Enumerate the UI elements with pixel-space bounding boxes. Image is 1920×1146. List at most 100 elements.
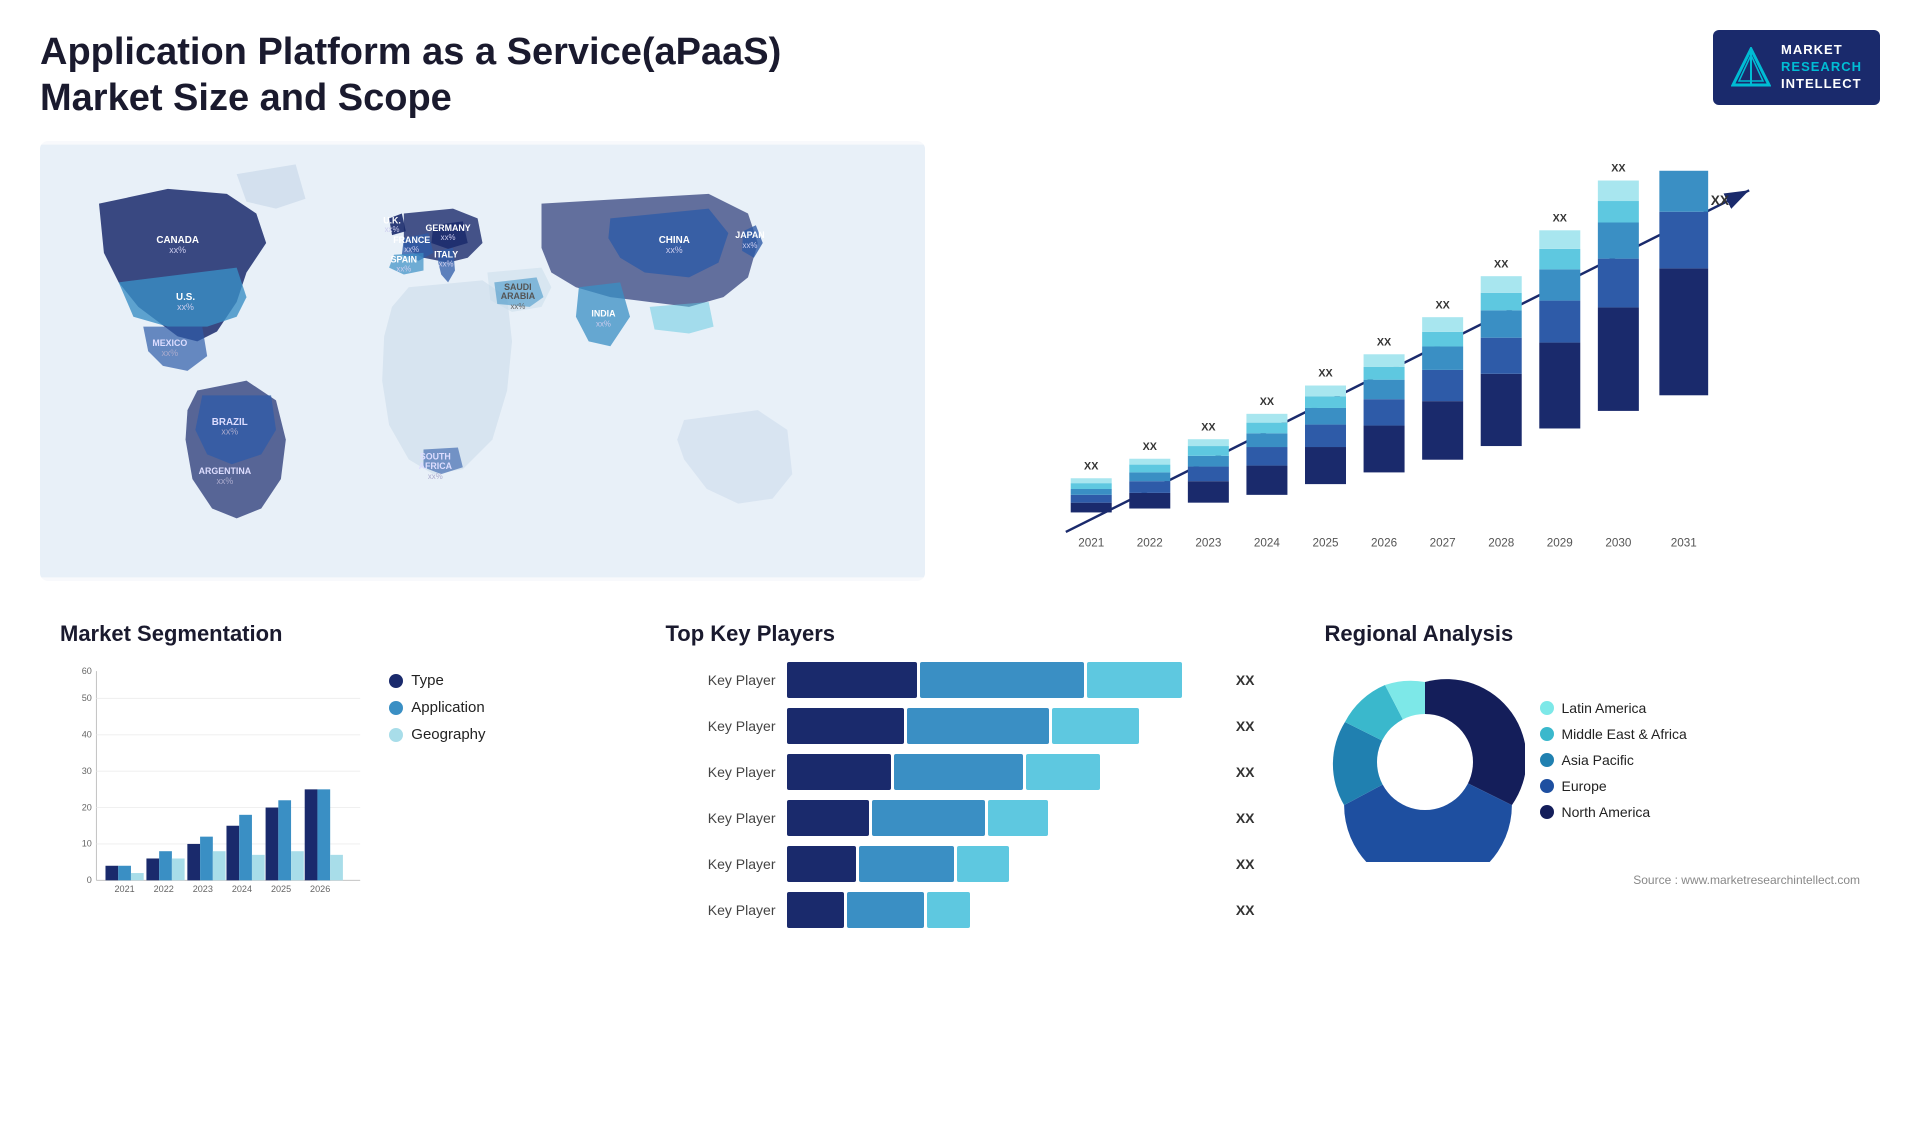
seg-chart-svg: 0 10 20 30 40 50 60 xyxy=(60,662,369,917)
segmentation-container: Market Segmentation 0 10 20 30 40 50 60 xyxy=(40,611,615,981)
svg-text:2026: 2026 xyxy=(1371,537,1397,550)
player-bar-seg-3c xyxy=(1026,754,1099,790)
legend-north-america: North America xyxy=(1540,804,1860,820)
players-rows: Key Player XX Key Player XX Key Play xyxy=(665,662,1254,928)
svg-text:XX: XX xyxy=(1494,259,1509,271)
regional-container: Regional Analysis xyxy=(1305,611,1880,981)
page-title: Application Platform as a Service(aPaaS)… xyxy=(40,30,840,121)
mea-dot xyxy=(1540,727,1554,741)
italy-label: ITALY xyxy=(434,250,458,260)
svg-text:2028: 2028 xyxy=(1488,537,1514,550)
player-bar-seg-5b xyxy=(859,846,954,882)
mexico-label: MEXICO xyxy=(152,338,187,348)
svg-text:2031: 2031 xyxy=(1671,537,1697,550)
svg-text:2023: 2023 xyxy=(193,884,213,894)
player-row-1: Key Player XX xyxy=(665,662,1254,698)
svg-text:xx%: xx% xyxy=(169,245,186,255)
svg-text:xx%: xx% xyxy=(428,472,443,481)
svg-text:XX: XX xyxy=(1084,461,1099,473)
player-bar-3 xyxy=(787,754,1218,790)
players-title: Top Key Players xyxy=(665,621,1254,647)
seg-area: 0 10 20 30 40 50 60 xyxy=(60,662,595,922)
donut-legend: Latin America Middle East & Africa Asia … xyxy=(1540,700,1860,830)
svg-text:2022: 2022 xyxy=(154,884,174,894)
player-bar-2 xyxy=(787,708,1218,744)
svg-text:xx%: xx% xyxy=(743,241,758,250)
player-row-4: Key Player XX xyxy=(665,800,1254,836)
svg-text:xx%: xx% xyxy=(177,302,194,312)
svg-text:XX: XX xyxy=(1711,193,1729,208)
player-bar-seg-4a xyxy=(787,800,869,836)
svg-text:xx%: xx% xyxy=(161,348,178,358)
legend-type: Type xyxy=(389,672,595,689)
india-label: INDIA xyxy=(591,309,616,319)
svg-text:XX: XX xyxy=(1553,213,1568,225)
player-xx-2: XX xyxy=(1236,718,1255,734)
player-bar-seg-3a xyxy=(787,754,891,790)
player-bar-seg-3b xyxy=(894,754,1023,790)
legend-asia-pacific: Asia Pacific xyxy=(1540,752,1860,768)
donut-hole xyxy=(1377,714,1473,810)
svg-text:2024: 2024 xyxy=(232,884,252,894)
player-bar-seg-6b xyxy=(847,892,925,928)
svg-text:2026: 2026 xyxy=(310,884,330,894)
svg-text:AFRICA: AFRICA xyxy=(419,461,453,471)
europe-dot xyxy=(1540,779,1554,793)
svg-text:XX: XX xyxy=(1377,337,1392,349)
player-xx-1: XX xyxy=(1236,672,1255,688)
bottom-row: Market Segmentation 0 10 20 30 40 50 60 xyxy=(40,611,1880,981)
legend-application: Application xyxy=(389,699,595,716)
players-container: Top Key Players Key Player XX Key Player xyxy=(645,611,1274,981)
svg-text:2025: 2025 xyxy=(271,884,291,894)
player-row-3: Key Player XX xyxy=(665,754,1254,790)
svg-text:xx%: xx% xyxy=(439,260,454,269)
player-bar-seg-4b xyxy=(872,800,984,836)
regional-title: Regional Analysis xyxy=(1325,621,1860,647)
latin-america-dot xyxy=(1540,701,1554,715)
donut-area: Latin America Middle East & Africa Asia … xyxy=(1325,662,1860,867)
player-xx-4: XX xyxy=(1236,810,1255,826)
north-america-dot xyxy=(1540,805,1554,819)
application-dot xyxy=(389,701,403,715)
player-bar-seg-4c xyxy=(988,800,1048,836)
seg-legend: Type Application Geography xyxy=(389,662,595,753)
legend-geography: Geography xyxy=(389,726,595,743)
legend-mea: Middle East & Africa xyxy=(1540,726,1860,742)
player-bar-4 xyxy=(787,800,1218,836)
player-label-3: Key Player xyxy=(665,764,775,780)
player-row-2: Key Player XX xyxy=(665,708,1254,744)
svg-text:xx%: xx% xyxy=(404,245,419,254)
svg-text:xx%: xx% xyxy=(217,476,234,486)
player-bar-seg-2b xyxy=(907,708,1049,744)
seg-chart-wrap: 0 10 20 30 40 50 60 xyxy=(60,662,369,922)
map-container: CANADA xx% U.S. xx% MEXICO xx% BRAZIL xx… xyxy=(40,141,925,581)
logo-area: MARKET RESEARCH INTELLECT xyxy=(1713,30,1880,105)
donut-wrap xyxy=(1325,662,1525,867)
bar-chart-container: XX 2021 XX 2022 XX 2023 XX 20 xyxy=(955,141,1880,581)
spain-label: SPAIN xyxy=(391,255,417,265)
svg-text:xx%: xx% xyxy=(666,245,683,255)
player-xx-3: XX xyxy=(1236,764,1255,780)
player-label-6: Key Player xyxy=(665,902,775,918)
bar-chart-svg: XX 2021 XX 2022 XX 2023 XX 20 xyxy=(965,161,1850,571)
svg-text:xx%: xx% xyxy=(510,302,525,311)
svg-text:xx%: xx% xyxy=(396,265,411,274)
svg-text:2022: 2022 xyxy=(1137,537,1163,550)
uk-label: U.K. xyxy=(383,216,401,226)
player-xx-6: XX xyxy=(1236,902,1255,918)
player-bar-seg-1b xyxy=(920,662,1084,698)
svg-text:XX: XX xyxy=(1435,300,1450,312)
source-text: Source : www.marketresearchintellect.com xyxy=(1325,873,1860,887)
svg-text:xx%: xx% xyxy=(596,320,611,329)
svg-text:XX: XX xyxy=(1611,163,1626,175)
svg-text:60: 60 xyxy=(82,666,92,676)
svg-text:xx%: xx% xyxy=(221,427,238,437)
player-label-2: Key Player xyxy=(665,718,775,734)
argentina-label: ARGENTINA xyxy=(199,466,252,476)
player-label-4: Key Player xyxy=(665,810,775,826)
geography-dot xyxy=(389,728,403,742)
player-bar-1 xyxy=(787,662,1218,698)
logo-icon xyxy=(1731,47,1771,87)
svg-text:2021: 2021 xyxy=(114,884,134,894)
france-label: FRANCE xyxy=(393,235,430,245)
